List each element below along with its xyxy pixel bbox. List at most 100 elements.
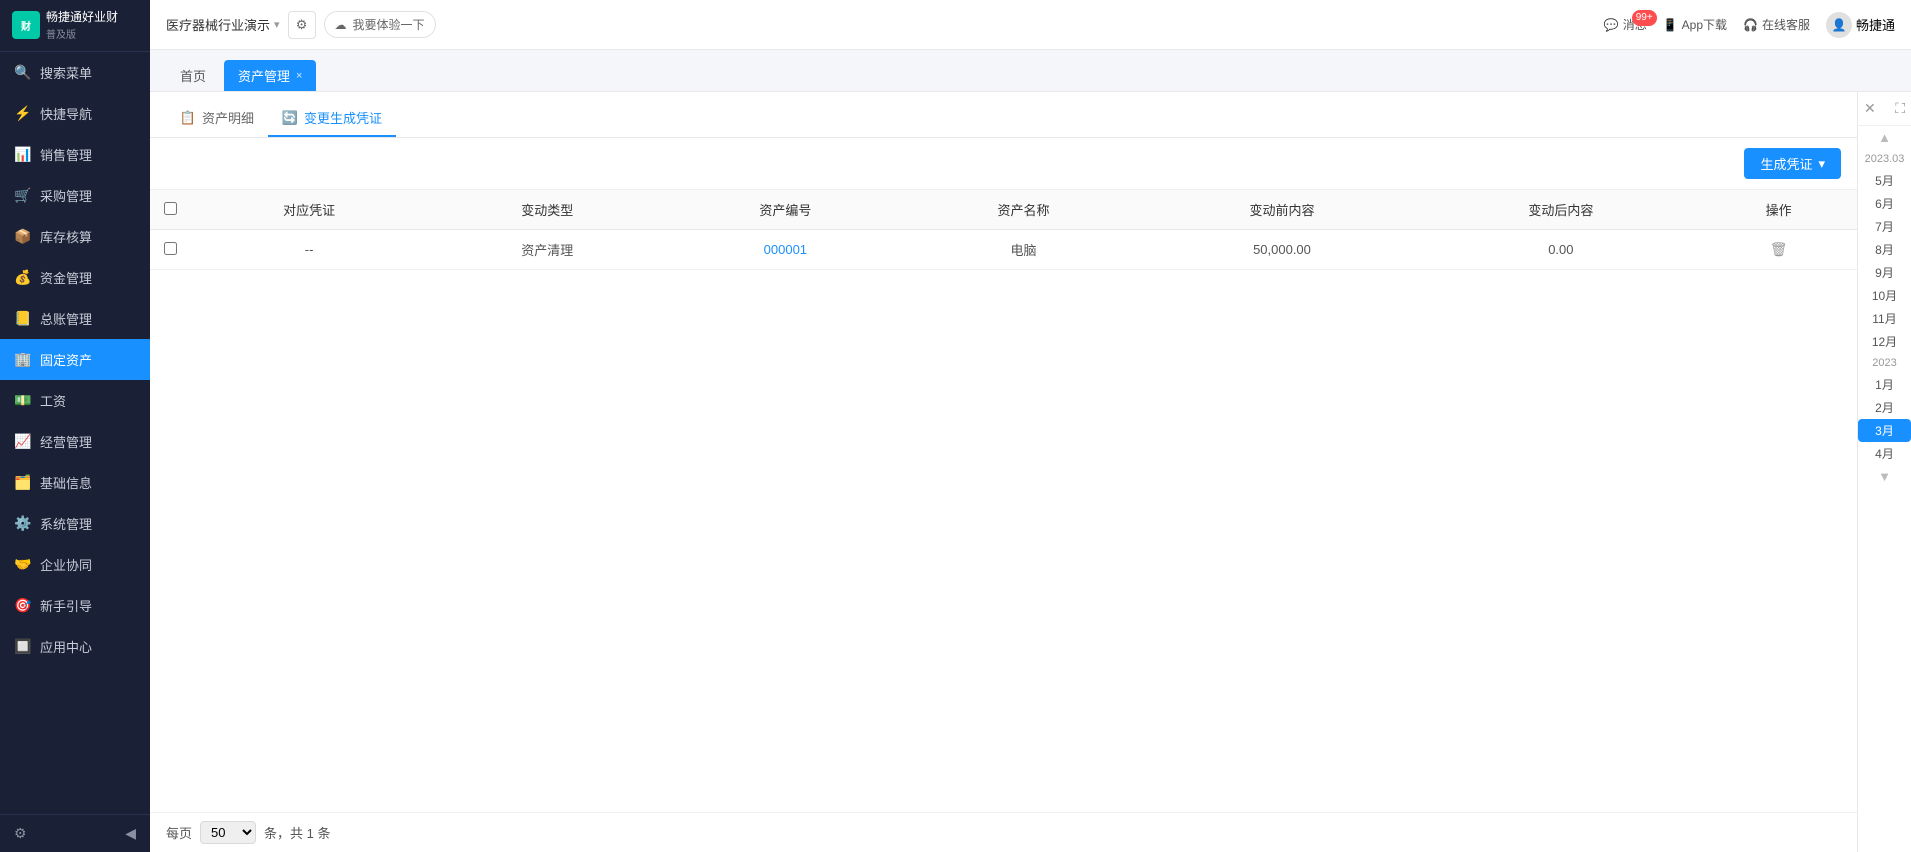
calendar-month[interactable]: 11月: [1858, 307, 1911, 330]
sidebar-item-sales[interactable]: 📊 销售管理: [0, 134, 150, 175]
sidebar-item-ledger[interactable]: 📒 总账管理: [0, 298, 150, 339]
sidebar-item-appcenter[interactable]: 🔲 应用中心: [0, 626, 150, 667]
th-change-type: 变动类型: [428, 190, 666, 230]
username: 畅捷通: [1856, 15, 1895, 34]
generate-voucher-button[interactable]: 生成凭证 ▾: [1744, 148, 1841, 179]
calendar-month-2023[interactable]: 2月: [1858, 396, 1911, 419]
asset-table: 对应凭证 变动类型 资产编号 资产名称 变动前内容 变动后内容 操作 -- 资产…: [150, 190, 1857, 270]
settings-bottom-icon[interactable]: ⚙: [14, 825, 27, 842]
sidebar-item-enterprise[interactable]: 🤝 企业协同: [0, 544, 150, 585]
sidebar-item-basic[interactable]: 🗂️ 基础信息: [0, 462, 150, 503]
right-panel-header: ✕ ⛶: [1858, 92, 1911, 126]
sidebar-item-label-salary: 工资: [40, 391, 66, 410]
home-label: 首页: [180, 66, 206, 85]
sidebar-item-label-search: 搜索菜单: [40, 63, 92, 82]
th-checkbox: [150, 190, 190, 230]
avatar: 👤: [1826, 12, 1852, 38]
sidebar-item-label-guide: 新手引导: [40, 596, 92, 615]
enterprise-icon: 🤝: [14, 555, 32, 573]
select-all-checkbox[interactable]: [164, 202, 177, 215]
sidebar-item-label-appcenter: 应用中心: [40, 637, 92, 656]
experience-button[interactable]: ☁ 我要体验一下: [324, 11, 436, 38]
topbar-right: 💬 消息 99+ 📱 App下载 🎧 在线客服 👤 畅捷通: [1604, 12, 1895, 38]
total-count: 条，共 1 条: [264, 823, 330, 842]
sidebar-item-label-quicknav: 快捷导航: [40, 104, 92, 123]
generate-voucher-label: 生成凭证: [1760, 154, 1812, 173]
tab-asset-management[interactable]: 资产管理 ×: [224, 60, 316, 91]
topbar: 医疗器械行业演示 ▾ ⚙ ☁ 我要体验一下 💬 消息 99+ 📱 App下载: [150, 0, 1911, 50]
tab-home[interactable]: 首页: [166, 60, 220, 91]
calendar-month[interactable]: 7月: [1858, 215, 1911, 238]
sidebar-item-purchase[interactable]: 🛒 采购管理: [0, 175, 150, 216]
row-operation: 🗑: [1700, 230, 1857, 270]
sidebar-item-salary[interactable]: 💵 工资: [0, 380, 150, 421]
ledger-icon: 📒: [14, 309, 32, 327]
calendar-month[interactable]: 6月: [1858, 192, 1911, 215]
funds-icon: 💰: [14, 268, 32, 286]
collapse-icon[interactable]: ◀: [125, 825, 136, 842]
sidebar-logo: 财 畅捷通好业财 普及版: [0, 0, 150, 52]
sidebar-item-fixedassets[interactable]: 🏢 固定资产: [0, 339, 150, 380]
salary-icon: 💵: [14, 391, 32, 409]
calendar-month-2023[interactable]: 1月: [1858, 373, 1911, 396]
panel-expand-button[interactable]: ⛶: [1895, 100, 1905, 117]
change-voucher-icon: 🔄: [282, 110, 298, 126]
row-checkbox[interactable]: [164, 242, 177, 255]
calendar-month[interactable]: 12月: [1858, 330, 1911, 353]
sidebar-item-quicknav[interactable]: ⚡ 快捷导航: [0, 93, 150, 134]
toolbar: 生成凭证 ▾: [150, 138, 1857, 190]
user-icon: 👤: [1832, 18, 1847, 32]
inventory-icon: 📦: [14, 227, 32, 245]
table-header-row: 对应凭证 变动类型 资产编号 资产名称 变动前内容 变动后内容 操作: [150, 190, 1857, 230]
calendar-month[interactable]: 8月: [1858, 238, 1911, 261]
sub-tab-asset-list[interactable]: 📋 资产明细: [166, 102, 268, 137]
sub-tabs: 📋 资产明细 🔄 变更生成凭证: [150, 92, 1857, 138]
calendar-month-2023[interactable]: 3月: [1858, 419, 1911, 442]
pagination: 每页 50 10 20 100 条，共 1 条: [150, 812, 1857, 852]
calendar-year-label: 2023.03: [1858, 149, 1911, 169]
row-asset-name: 电脑: [904, 230, 1142, 270]
calendar-month-2023[interactable]: 4月: [1858, 442, 1911, 465]
experience-label: 我要体验一下: [353, 16, 425, 33]
company-selector[interactable]: 医疗器械行业演示 ▾: [166, 15, 280, 34]
customer-service-button[interactable]: 🎧 在线客服: [1743, 16, 1810, 33]
scroll-up-button[interactable]: ▲: [1858, 126, 1911, 149]
calendar-month[interactable]: 9月: [1858, 261, 1911, 284]
calendar-months-before: 5月6月7月8月9月10月11月12月: [1858, 169, 1911, 353]
sidebar-item-system[interactable]: ⚙️ 系统管理: [0, 503, 150, 544]
calendar-month[interactable]: 10月: [1858, 284, 1911, 307]
sidebar-item-inventory[interactable]: 📦 库存核算: [0, 216, 150, 257]
sidebar-item-label-ledger: 总账管理: [40, 309, 92, 328]
app-download-button[interactable]: 📱 App下载: [1663, 16, 1727, 33]
asset-list-icon: 📋: [180, 110, 196, 126]
sidebar-item-guide[interactable]: 🎯 新手引导: [0, 585, 150, 626]
sidebar-item-search[interactable]: 🔍 搜索菜单: [0, 52, 150, 93]
tab-close-icon[interactable]: ×: [296, 70, 302, 82]
calendar-month[interactable]: 5月: [1858, 169, 1911, 192]
topbar-settings-button[interactable]: ⚙: [288, 11, 316, 39]
row-change-type: 资产清理: [428, 230, 666, 270]
calendar-scroll: ▲ 2023.03 5月6月7月8月9月10月11月12月 2023 1月2月3…: [1858, 126, 1911, 852]
asset-list-label: 资产明细: [202, 108, 254, 127]
system-icon: ⚙️: [14, 514, 32, 532]
sales-icon: 📊: [14, 145, 32, 163]
message-button[interactable]: 💬 消息 99+: [1604, 16, 1647, 33]
sidebar-item-label-operation: 经营管理: [40, 432, 92, 451]
panel-close-button[interactable]: ✕: [1864, 100, 1876, 117]
sidebar-item-funds[interactable]: 💰 资金管理: [0, 257, 150, 298]
user-menu[interactable]: 👤 畅捷通: [1826, 12, 1895, 38]
main-area: 医疗器械行业演示 ▾ ⚙ ☁ 我要体验一下 💬 消息 99+ 📱 App下载: [150, 0, 1911, 852]
sidebar-item-label-basic: 基础信息: [40, 473, 92, 492]
search-icon: 🔍: [14, 63, 32, 81]
fixedassets-icon: 🏢: [14, 350, 32, 368]
guide-icon: 🎯: [14, 596, 32, 614]
scroll-down-button[interactable]: ▼: [1858, 465, 1911, 488]
delete-row-button[interactable]: 🗑: [1770, 241, 1788, 257]
message-icon: 💬: [1604, 18, 1619, 32]
per-page-select[interactable]: 50 10 20 100: [200, 821, 256, 844]
sidebar-item-label-enterprise: 企业协同: [40, 555, 92, 574]
calendar-year-2023-label: 2023: [1858, 353, 1911, 373]
sidebar-item-operation[interactable]: 📈 经营管理: [0, 421, 150, 462]
sub-tab-change-voucher[interactable]: 🔄 变更生成凭证: [268, 102, 396, 137]
cloud-icon: ☁: [335, 18, 347, 32]
